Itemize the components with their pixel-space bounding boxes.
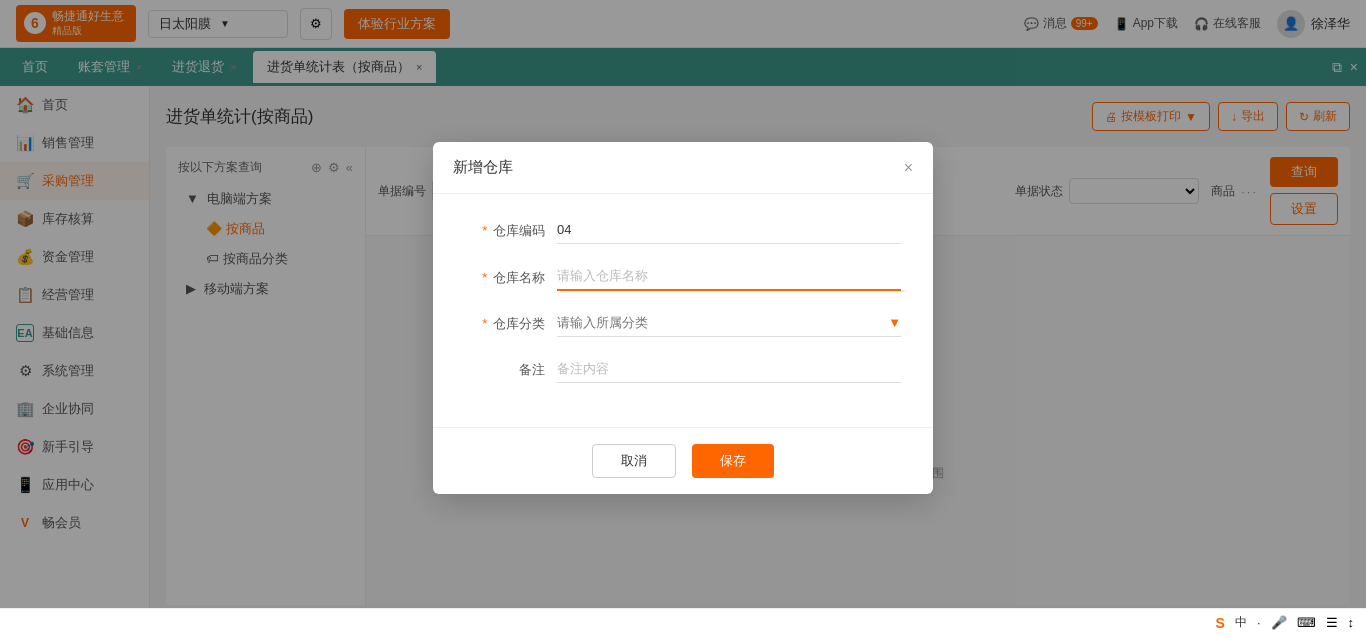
status-icon-s: S [1216,615,1225,631]
form-label-remark: 备注 [465,361,545,379]
status-icon-mic: 🎤 [1271,615,1287,630]
form-label-code: * 仓库编码 [465,222,545,240]
form-row-remark: 备注 [465,357,901,383]
dialog-body: * 仓库编码 * 仓库名称 * 仓库分类 [433,194,933,427]
form-row-name: * 仓库名称 [465,264,901,291]
status-icon-menu: ☰ [1326,615,1338,630]
form-label-category: * 仓库分类 [465,315,545,333]
warehouse-remark-input[interactable] [557,357,901,383]
form-row-code: * 仓库编码 [465,218,901,244]
status-bar: S 中 · 🎤 ⌨ ☰ ↕ [0,608,1366,636]
warehouse-category-input[interactable] [557,315,888,330]
dialog-title: 新增仓库 [453,158,513,177]
category-chevron-icon: ▼ [888,315,901,330]
warehouse-code-input[interactable] [557,218,901,244]
form-row-category: * 仓库分类 ▼ [465,311,901,337]
dialog-footer: 取消 保存 [433,427,933,494]
warehouse-name-input[interactable] [557,264,901,291]
form-label-name: * 仓库名称 [465,269,545,287]
status-icon-scroll: ↕ [1348,615,1355,630]
cancel-button[interactable]: 取消 [592,444,676,478]
dialog-close-icon[interactable]: × [904,159,913,177]
overlay: 新增仓库 × * 仓库编码 * 仓库名称 [0,0,1366,636]
status-icon-keyboard: ⌨ [1297,615,1316,630]
warehouse-category-selector[interactable]: ▼ [557,311,901,337]
status-icon-cn: 中 [1235,614,1247,631]
status-icon-dot: · [1257,615,1261,630]
save-button[interactable]: 保存 [692,444,774,478]
dialog-add-warehouse: 新增仓库 × * 仓库编码 * 仓库名称 [433,142,933,494]
dialog-header: 新增仓库 × [433,142,933,194]
